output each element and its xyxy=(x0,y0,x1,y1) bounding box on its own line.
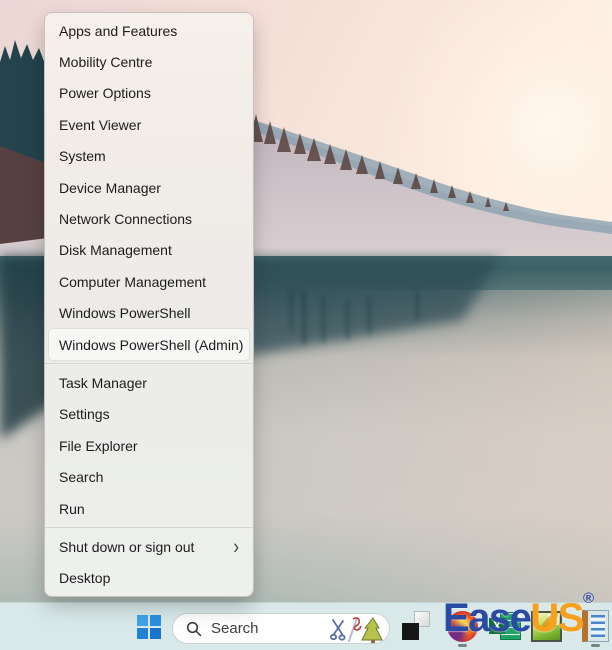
taskbar-search-box[interactable]: Search xyxy=(172,613,390,644)
windows-logo-pane xyxy=(150,615,161,626)
excel-icon[interactable]: X xyxy=(489,611,522,642)
menu-item-computer-management[interactable]: Computer Management xyxy=(49,266,249,297)
menu-item-label: System xyxy=(59,148,106,165)
menu-item-system[interactable]: System xyxy=(49,141,249,172)
windows-logo-pane xyxy=(150,628,161,639)
stacked-squares-app-icon[interactable] xyxy=(402,611,430,640)
menu-separator xyxy=(45,527,253,529)
menu-item-label: File Explorer xyxy=(59,437,138,454)
menu-item-desktop[interactable]: Desktop xyxy=(49,563,249,594)
search-label: Search xyxy=(211,620,259,637)
menu-item-search[interactable]: Search xyxy=(49,461,249,492)
menu-item-run[interactable]: Run xyxy=(49,493,249,524)
start-button[interactable] xyxy=(137,615,161,639)
menu-item-file-explorer[interactable]: File Explorer xyxy=(49,430,249,461)
menu-item-label: Windows PowerShell (Admin) xyxy=(59,336,244,353)
menu-item-label: Mobility Centre xyxy=(59,54,153,71)
menu-item-label: Settings xyxy=(59,406,110,423)
menu-item-windows-powershell[interactable]: Windows PowerShell xyxy=(49,298,249,329)
menu-item-label: Windows PowerShell xyxy=(59,305,191,322)
menu-item-task-manager[interactable]: Task Manager xyxy=(49,367,249,398)
menu-item-disk-management[interactable]: Disk Management xyxy=(49,235,249,266)
menu-item-windows-powershell-admin[interactable]: Windows PowerShell (Admin) xyxy=(49,328,249,361)
windows-logo-pane xyxy=(137,628,148,639)
menu-item-shut-down-or-sign-out[interactable]: Shut down or sign out › xyxy=(49,531,249,562)
menu-item-label: Event Viewer xyxy=(59,116,142,133)
excel-x-glyph: X xyxy=(489,618,505,634)
menu-item-label: Desktop xyxy=(59,570,111,587)
menu-item-label: Computer Management xyxy=(59,273,207,290)
menu-item-label: Run xyxy=(59,500,85,517)
green-editor-app-icon[interactable] xyxy=(531,611,562,642)
menu-item-network-connections[interactable]: Network Connections xyxy=(49,203,249,234)
excel-page-fold xyxy=(513,612,521,620)
menu-item-power-options[interactable]: Power Options xyxy=(49,78,249,109)
chevron-right-icon: › xyxy=(233,535,239,559)
seasonal-craft-icon xyxy=(330,616,383,643)
running-indicator xyxy=(591,644,600,647)
search-icon xyxy=(186,621,202,636)
menu-item-label: Disk Management xyxy=(59,242,172,259)
menu-item-label: Apps and Features xyxy=(59,22,178,39)
menu-item-label: Device Manager xyxy=(59,179,161,196)
menu-item-label: Shut down or sign out xyxy=(59,538,195,555)
menu-item-apps-and-features[interactable]: Apps and Features xyxy=(49,15,249,46)
menu-item-label: Task Manager xyxy=(59,374,147,391)
desktop-screen: Apps and Features Mobility Centre Power … xyxy=(0,0,612,650)
winx-menu: Apps and Features Mobility Centre Power … xyxy=(44,12,254,598)
notepad-app-icon[interactable] xyxy=(582,610,609,642)
menu-item-label: Network Connections xyxy=(59,211,193,228)
menu-item-settings[interactable]: Settings xyxy=(49,399,249,430)
menu-item-mobility-centre[interactable]: Mobility Centre xyxy=(49,46,249,77)
menu-item-label: Search xyxy=(59,469,104,486)
menu-item-event-viewer[interactable]: Event Viewer xyxy=(49,109,249,140)
menu-item-label: Power Options xyxy=(59,85,151,102)
windows-logo-pane xyxy=(137,615,148,626)
firefox-browser-icon[interactable] xyxy=(447,611,478,642)
black-square xyxy=(402,623,419,640)
menu-item-device-manager[interactable]: Device Manager xyxy=(49,172,249,203)
running-indicator xyxy=(458,644,467,647)
menu-separator xyxy=(45,363,253,365)
